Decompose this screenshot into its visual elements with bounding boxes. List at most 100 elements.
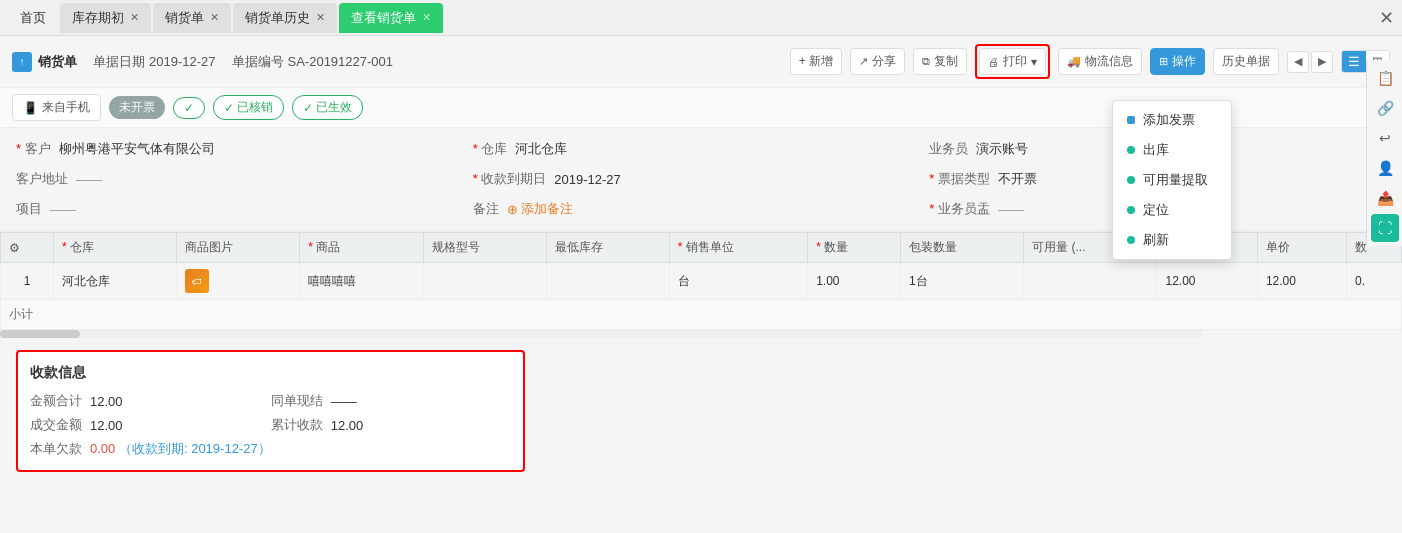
tab-view-close[interactable]: ✕ [422, 11, 431, 24]
document-meta: 单据日期 2019-12-27 单据编号 SA-20191227-001 [93, 53, 393, 71]
tab-home[interactable]: 首页 [8, 3, 58, 33]
salesperson-value: 演示账号 [976, 140, 1028, 158]
document-title: 销货单 [38, 53, 77, 71]
document-icon: ↑ [12, 52, 32, 72]
tab-sales-close[interactable]: ✕ [210, 11, 219, 24]
new-button[interactable]: + 新增 [790, 48, 842, 75]
current-owed-row: 本单欠款 0.00 （收款到期: 2019-12-27） [30, 440, 271, 458]
col-settings[interactable]: ⚙ [1, 233, 54, 263]
document-header: ↑ 销货单 单据日期 2019-12-27 单据编号 SA-20191227-0… [0, 36, 1402, 88]
print-button[interactable]: 🖨 打印 ▾ [979, 48, 1046, 75]
next-arrow[interactable]: ▶ [1311, 51, 1333, 73]
sidebar-return-icon[interactable]: ↩ [1371, 124, 1399, 152]
scroll-thumb[interactable] [0, 330, 80, 338]
subtotal-label: 小计 [1, 300, 1402, 330]
row-amount: 0. [1347, 263, 1402, 300]
from-phone-button[interactable]: 📱 来自手机 [12, 94, 101, 121]
operations-dropdown: 添加发票 出库 可用量提取 定位 刷新 [1112, 100, 1232, 260]
cumulative-payment-value: 12.00 [331, 418, 364, 433]
tab-sales-order[interactable]: 销货单 ✕ [153, 3, 231, 33]
total-amount-label: 金额合计 [30, 392, 82, 410]
add-invoice-label: 添加发票 [1143, 111, 1195, 129]
col-image: 商品图片 [177, 233, 300, 263]
col-warehouse: 仓库 [54, 233, 177, 263]
prev-arrow[interactable]: ◀ [1287, 51, 1309, 73]
project-value: —— [50, 202, 76, 217]
row-unit-price: 12.00 [1257, 263, 1346, 300]
window-close-button[interactable]: ✕ [1379, 7, 1394, 29]
row-image: 🏷 [177, 263, 300, 300]
row-spec [423, 263, 546, 300]
phone-icon: 📱 [23, 101, 38, 115]
payment-date-label: 收款到期日 [473, 170, 547, 188]
row-unit: 台 [669, 263, 807, 300]
row-warehouse: 河北仓库 [54, 263, 177, 300]
salesperson-label: 业务员 [929, 140, 968, 158]
tab-history-label: 销货单历史 [245, 9, 310, 27]
print-dropdown-arrow: ▾ [1031, 55, 1037, 69]
payment-info-box: 收款信息 金额合计 12.00 同单现结 —— 成交金额 12.00 累计收款 … [16, 350, 525, 472]
note-label: 备注 [473, 200, 499, 218]
payment-grid: 金额合计 12.00 同单现结 —— 成交金额 12.00 累计收款 12.00… [30, 392, 511, 458]
copy-button[interactable]: ⧉ 复制 [913, 48, 967, 75]
tab-bar: 首页 库存期初 ✕ 销货单 ✕ 销货单历史 ✕ 查看销货单 ✕ ✕ [0, 0, 1402, 36]
tab-home-label: 首页 [20, 9, 46, 27]
not-open-ticket-button[interactable]: 未开票 [109, 96, 165, 119]
col-unit-price: 单价 [1257, 233, 1346, 263]
locate-label: 定位 [1143, 201, 1169, 219]
dropdown-locate[interactable]: 定位 [1113, 195, 1231, 225]
history-button[interactable]: 历史单据 [1213, 48, 1279, 75]
plus-icon: ⊕ [507, 202, 518, 217]
sidebar-clipboard-icon[interactable]: 📋 [1371, 64, 1399, 92]
number-label: 单据编号 [232, 53, 284, 71]
logistics-button[interactable]: 🚚 物流信息 [1058, 48, 1142, 75]
dropdown-refresh[interactable]: 刷新 [1113, 225, 1231, 255]
sales-rep-value: —— [998, 202, 1024, 217]
tab-view-sales[interactable]: 查看销货单 ✕ [339, 3, 443, 33]
already-effect-button[interactable]: ✓ 已生效 [292, 95, 363, 120]
dropdown-available-qty[interactable]: 可用量提取 [1113, 165, 1231, 195]
add-note-button[interactable]: ⊕ 添加备注 [507, 200, 573, 218]
already-sold-button[interactable]: ✓ 已核销 [213, 95, 284, 120]
address-label: 客户地址 [16, 170, 68, 188]
tab-inventory-init[interactable]: 库存期初 ✕ [60, 3, 151, 33]
payment-date-value: 2019-12-27 [554, 172, 621, 187]
sidebar-expand-icon[interactable]: ⛶ [1371, 214, 1399, 242]
col-product: 商品 [300, 233, 423, 263]
col-spec: 规格型号 [423, 233, 546, 263]
sidebar-link-icon[interactable]: 🔗 [1371, 94, 1399, 122]
print-button-highlight: 🖨 打印 ▾ [975, 44, 1050, 79]
row-min-stock [546, 263, 669, 300]
total-amount-value: 12.00 [90, 394, 123, 409]
sidebar-user-icon[interactable]: 👤 [1371, 154, 1399, 182]
warehouse-label: 仓库 [473, 140, 508, 158]
date-label: 单据日期 [93, 53, 145, 71]
same-bill-value: —— [331, 394, 357, 409]
tab-sales-history[interactable]: 销货单历史 ✕ [233, 3, 337, 33]
share-button[interactable]: ↗ 分享 [850, 48, 905, 75]
cumulative-payment-label: 累计收款 [271, 416, 323, 434]
horizontal-scrollbar[interactable] [0, 330, 1202, 338]
warehouse-row: 仓库 河北仓库 [473, 140, 930, 158]
operations-button[interactable]: ⊞ 操作 [1150, 48, 1205, 75]
check-icon: ✓ [224, 101, 234, 115]
col-unit: 销售单位 [669, 233, 807, 263]
nav-arrows: ◀ ▶ [1287, 51, 1333, 73]
add-invoice-icon [1127, 116, 1135, 124]
project-label: 项目 [16, 200, 42, 218]
sidebar-export-icon[interactable]: 📤 [1371, 184, 1399, 212]
row-pack-qty: 1台 [901, 263, 1024, 300]
tab-history-close[interactable]: ✕ [316, 11, 325, 24]
done-button[interactable]: ✓ [173, 97, 205, 119]
dropdown-outbound[interactable]: 出库 [1113, 135, 1231, 165]
same-bill-label: 同单现结 [271, 392, 323, 410]
row-product: 嘻嘻嘻嘻 [300, 263, 423, 300]
available-qty-label: 可用量提取 [1143, 171, 1208, 189]
number-value: SA-20191227-001 [288, 54, 394, 69]
tab-inventory-close[interactable]: ✕ [130, 11, 139, 24]
current-owed-label: 本单欠款 [30, 440, 82, 458]
check-icon2: ✓ [303, 101, 313, 115]
project-row: 项目 —— [16, 200, 473, 218]
list-view-btn[interactable]: ☰ [1342, 51, 1366, 72]
dropdown-add-invoice[interactable]: 添加发票 [1113, 105, 1231, 135]
